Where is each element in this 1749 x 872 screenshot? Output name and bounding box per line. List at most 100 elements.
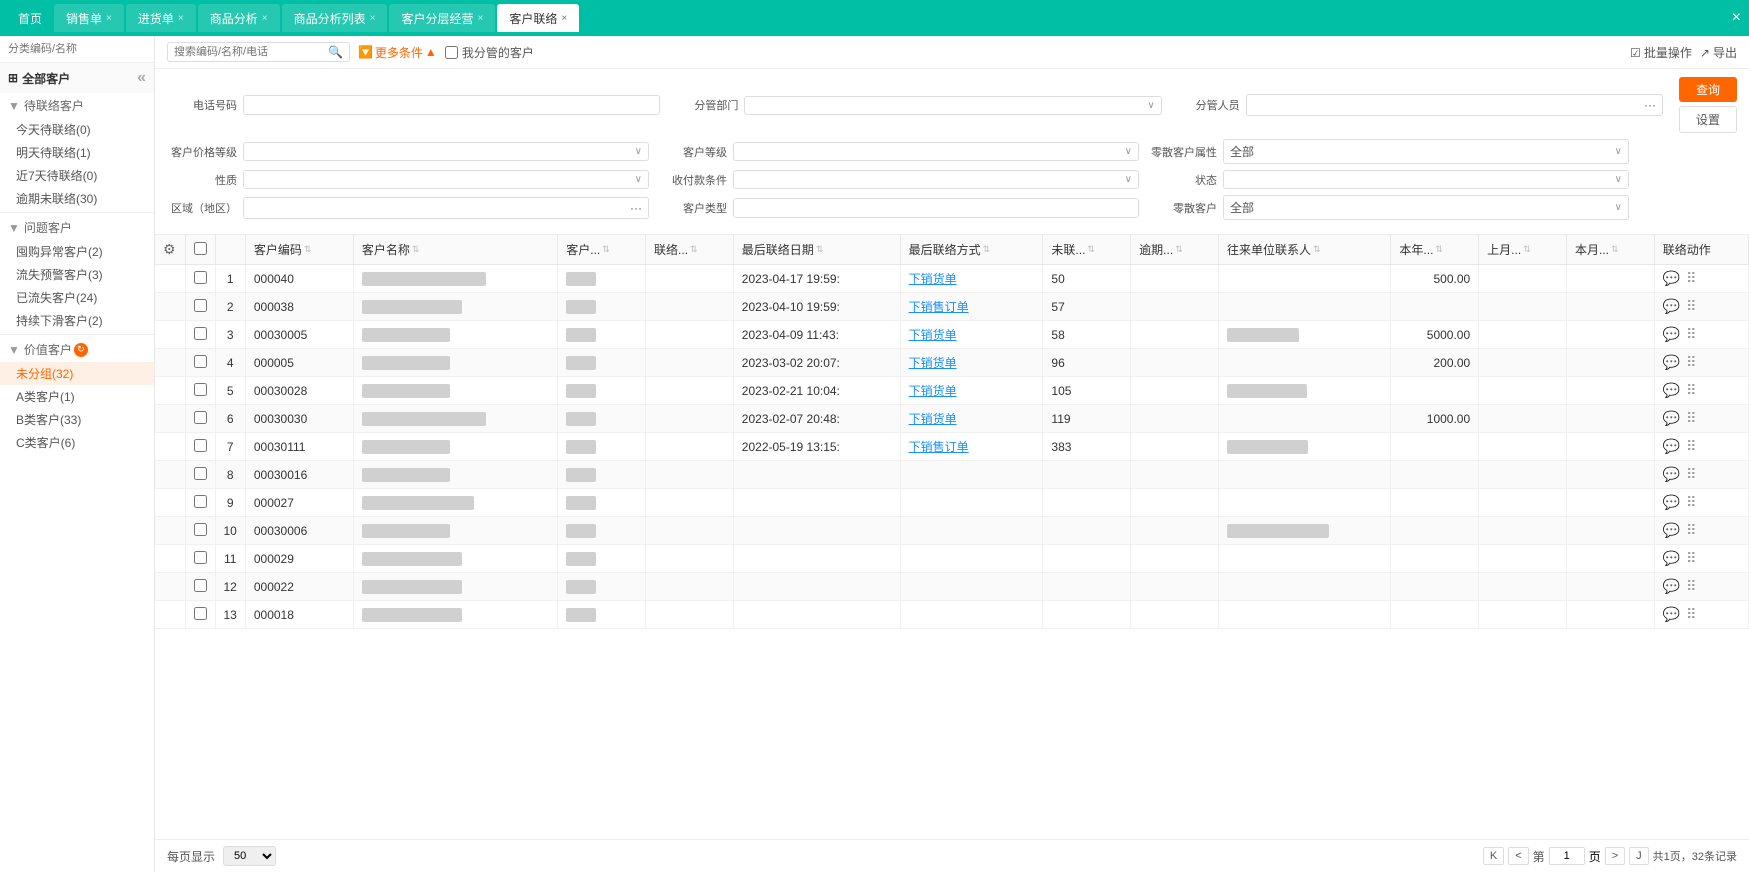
payment-select[interactable]: ∨ [733, 170, 1139, 189]
group-value-customer[interactable]: ▼ 价值客户 ↻ [0, 337, 154, 362]
sidebar-item-class-a[interactable]: A类客户(1) [0, 385, 154, 408]
sort-icon-not-contacted[interactable]: ⇅ [1087, 244, 1095, 255]
refresh-icon[interactable]: ↻ [74, 343, 88, 357]
last-page-btn[interactable]: J [1629, 847, 1649, 865]
contact-action-btn[interactable]: 💬 [1663, 494, 1680, 511]
row-checkbox[interactable] [194, 579, 207, 592]
more-action-btn[interactable]: ⠿ [1686, 550, 1696, 567]
more-action-btn[interactable]: ⠿ [1686, 522, 1696, 539]
close-product-analysis-tab[interactable]: × [262, 13, 268, 24]
sort-icon-overdue[interactable]: ⇅ [1175, 244, 1183, 255]
row-checkbox[interactable] [194, 271, 207, 284]
tab-purchase-order[interactable]: 进货单 × [126, 4, 196, 32]
prev-page-btn[interactable]: < [1508, 847, 1528, 865]
contact-action-btn[interactable]: 💬 [1663, 270, 1680, 287]
more-action-btn[interactable]: ⠿ [1686, 354, 1696, 371]
column-settings-btn[interactable]: ⚙ [163, 241, 176, 257]
sort-icon-type[interactable]: ⇅ [602, 244, 610, 255]
group-pending-contact[interactable]: ▼ 待联络客户 [0, 93, 154, 118]
search-icon-filter[interactable]: 🔍 [328, 45, 343, 59]
more-action-btn[interactable]: ⠿ [1686, 578, 1696, 595]
page-size-select[interactable]: 50 10 20 100 [223, 846, 276, 866]
sidebar-item-7day-contact[interactable]: 近7天待联络(0) [0, 164, 154, 187]
contact-action-btn[interactable]: 💬 [1663, 354, 1680, 371]
row-checkbox[interactable] [194, 551, 207, 564]
contact-action-btn[interactable]: 💬 [1663, 298, 1680, 315]
row-checkbox[interactable] [194, 355, 207, 368]
contact-type-link[interactable]: 下销货单 [909, 412, 957, 426]
my-customers-checkbox[interactable] [445, 46, 458, 59]
more-action-btn[interactable]: ⠿ [1686, 298, 1696, 315]
sidebar-item-churn-warning[interactable]: 流失预警客户(3) [0, 263, 154, 286]
contact-type-link[interactable]: 下销货单 [909, 272, 957, 286]
row-checkbox[interactable] [194, 523, 207, 536]
row-checkbox[interactable] [194, 411, 207, 424]
dept-select[interactable]: ∨ [744, 96, 1161, 115]
row-checkbox[interactable] [194, 607, 207, 620]
sort-icon-contact[interactable]: ⇅ [690, 244, 698, 255]
row-checkbox[interactable] [194, 439, 207, 452]
tab-product-analysis-list[interactable]: 商品分析列表 × [282, 4, 388, 32]
close-product-analysis-list-tab[interactable]: × [370, 13, 376, 24]
contact-type-link[interactable]: 下销售订单 [909, 440, 969, 454]
close-sales-order-tab[interactable]: × [106, 13, 112, 24]
tab-customer-stratification[interactable]: 客户分层经营 × [389, 4, 495, 32]
contact-action-btn[interactable]: 💬 [1663, 522, 1680, 539]
region-select[interactable]: ··· [243, 197, 649, 219]
tab-customer-contact[interactable]: 客户联络 × [497, 4, 579, 32]
sidebar-item-today-contact[interactable]: 今天待联络(0) [0, 118, 154, 141]
customer-type-input[interactable] [733, 198, 1139, 218]
more-action-btn[interactable]: ⠿ [1686, 494, 1696, 511]
row-checkbox[interactable] [194, 495, 207, 508]
sidebar-item-unclassified[interactable]: 未分组(32) [0, 362, 154, 385]
contact-type-link[interactable]: 下销货单 [909, 384, 957, 398]
price-level-select[interactable]: ∨ [243, 142, 649, 161]
row-checkbox[interactable] [194, 383, 207, 396]
sidebar-collapse-btn[interactable]: « [137, 69, 146, 87]
contact-action-btn[interactable]: 💬 [1663, 410, 1680, 427]
scatter-attr-select[interactable]: 全部 ∨ [1223, 139, 1629, 164]
contact-type-link[interactable]: 下销货单 [909, 356, 957, 370]
sort-icon-year[interactable]: ⇅ [1435, 244, 1443, 255]
row-checkbox[interactable] [194, 467, 207, 480]
all-customers-header[interactable]: ⊞ 全部客户 « [0, 63, 154, 93]
sidebar-item-churned[interactable]: 已流失客户(24) [0, 286, 154, 309]
sidebar-item-hoarding-abnormal[interactable]: 囤购异常客户(2) [0, 240, 154, 263]
more-conditions-btn[interactable]: 🔽 更多条件 ▲ [358, 44, 437, 61]
contact-action-btn[interactable]: 💬 [1663, 606, 1680, 623]
contact-type-link[interactable]: 下销售订单 [909, 300, 969, 314]
scatter-customer-select[interactable]: 全部 ∨ [1223, 195, 1629, 220]
more-action-btn[interactable]: ⠿ [1686, 410, 1696, 427]
tab-product-analysis[interactable]: 商品分析 × [198, 4, 280, 32]
contact-action-btn[interactable]: 💬 [1663, 438, 1680, 455]
more-action-btn[interactable]: ⠿ [1686, 606, 1696, 623]
page-input[interactable] [1549, 847, 1585, 865]
next-page-btn[interactable]: > [1605, 847, 1625, 865]
query-btn[interactable]: 查询 [1679, 77, 1737, 102]
sidebar-item-class-b[interactable]: B类客户(33) [0, 408, 154, 431]
customer-level-select[interactable]: ∨ [733, 142, 1139, 161]
sidebar-item-declining[interactable]: 持续下滑客户(2) [0, 309, 154, 332]
row-checkbox[interactable] [194, 299, 207, 312]
sidebar-item-class-c[interactable]: C类客户(6) [0, 431, 154, 454]
reset-btn[interactable]: 设置 [1679, 106, 1737, 133]
contact-action-btn[interactable]: 💬 [1663, 550, 1680, 567]
sort-icon-code[interactable]: ⇅ [304, 244, 312, 255]
sort-icon-person[interactable]: ⇅ [1313, 244, 1321, 255]
more-action-btn[interactable]: ⠿ [1686, 382, 1696, 399]
search-input[interactable] [174, 46, 324, 58]
more-action-btn[interactable]: ⠿ [1686, 326, 1696, 343]
export-btn[interactable]: ↗ 导出 [1700, 44, 1737, 61]
close-customer-strat-tab[interactable]: × [477, 13, 483, 24]
close-customer-contact-tab[interactable]: × [561, 13, 567, 24]
select-all-checkbox[interactable] [194, 242, 207, 255]
sort-icon-date[interactable]: ⇅ [816, 244, 824, 255]
manager-select[interactable]: ··· [1246, 94, 1663, 116]
contact-action-btn[interactable]: 💬 [1663, 326, 1680, 343]
batch-ops-btn[interactable]: ☑ 批量操作 [1630, 44, 1692, 61]
contact-action-btn[interactable]: 💬 [1663, 466, 1680, 483]
close-purchase-tab[interactable]: × [178, 13, 184, 24]
nature-select[interactable]: ∨ [243, 170, 649, 189]
more-action-btn[interactable]: ⠿ [1686, 466, 1696, 483]
row-checkbox[interactable] [194, 327, 207, 340]
